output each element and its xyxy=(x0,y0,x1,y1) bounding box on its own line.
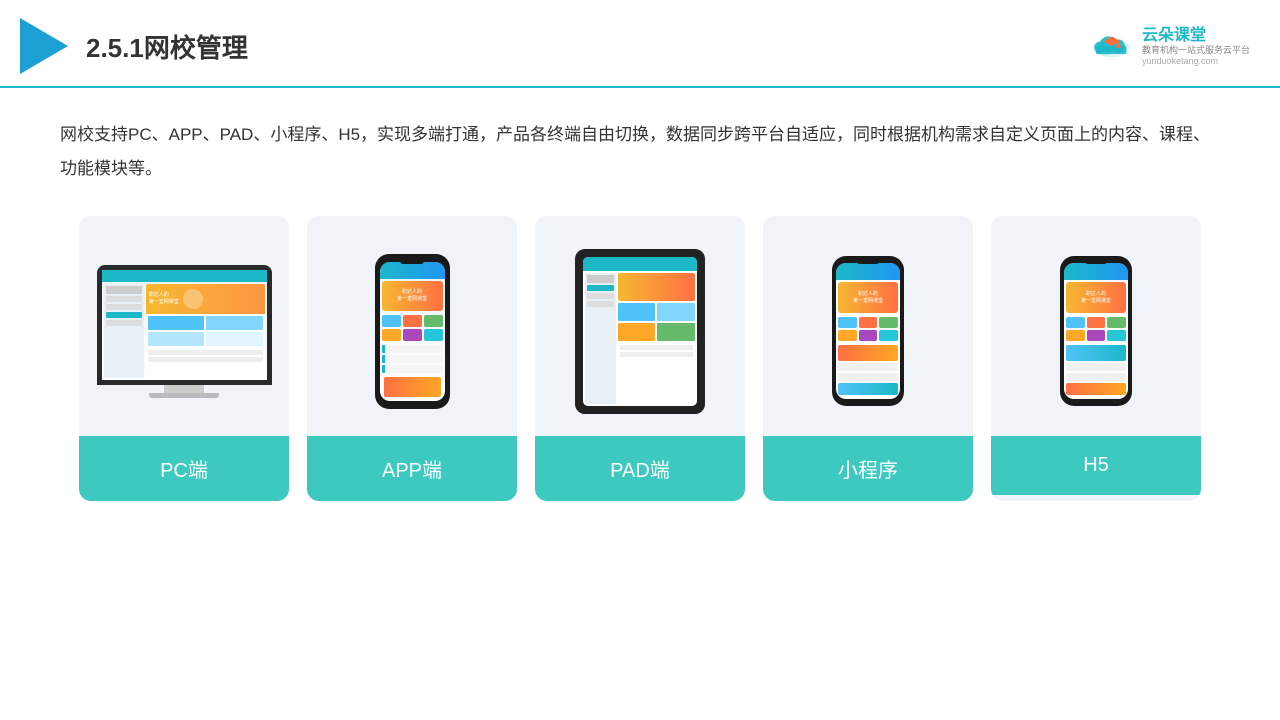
card-h5-image: 职达人的第一堂网课堂 xyxy=(991,216,1201,436)
card-miniapp-label: 小程序 xyxy=(763,436,973,501)
card-pc: 职达人的第一堂网课堂 xyxy=(79,216,289,501)
card-h5: 职达人的第一堂网课堂 xyxy=(991,216,1201,501)
cards-container: 职达人的第一堂网课堂 xyxy=(60,216,1220,501)
page-title: 2.5.1网校管理 xyxy=(86,28,248,65)
pc-stand xyxy=(164,385,204,393)
card-pad-image xyxy=(535,216,745,436)
card-app-image: 职达人的第一堂网课堂 xyxy=(307,216,517,436)
main-content: 网校支持PC、APP、PAD、小程序、H5，实现多端打通，产品各终端自由切换，数… xyxy=(0,88,1280,521)
mini-phone-screen: 职达人的第一堂网课堂 xyxy=(836,263,900,399)
phone-mockup: 职达人的第一堂网课堂 xyxy=(375,254,450,409)
pc-base xyxy=(149,393,219,398)
card-pad: PAD端 xyxy=(535,216,745,501)
phone-screen: 职达人的第一堂网课堂 xyxy=(380,262,445,401)
brand-name: 云朵课堂 xyxy=(1142,26,1206,45)
card-app-label: APP端 xyxy=(307,436,517,501)
mini-phone-h5-screen: 职达人的第一堂网课堂 xyxy=(1064,263,1128,399)
card-h5-label: H5 xyxy=(991,436,1201,495)
card-miniapp: 职达人的第一堂网课堂 xyxy=(763,216,973,501)
card-pc-image: 职达人的第一堂网课堂 xyxy=(79,216,289,436)
mini-phone-mockup: 职达人的第一堂网课堂 xyxy=(832,256,904,406)
pc-mockup: 职达人的第一堂网课堂 xyxy=(97,265,272,398)
tablet-mockup xyxy=(575,249,705,414)
card-miniapp-image: 职达人的第一堂网课堂 xyxy=(763,216,973,436)
cloud-icon xyxy=(1088,30,1136,62)
header-left: 2.5.1网校管理 xyxy=(20,18,248,74)
logo-triangle-icon xyxy=(20,18,68,74)
card-pc-label: PC端 xyxy=(79,436,289,501)
tablet-screen xyxy=(583,257,697,406)
header: 2.5.1网校管理 云朵课堂 教育机构一站式服务云平台 yunduoketang… xyxy=(0,0,1280,88)
brand-url: yunduoketang.com xyxy=(1142,56,1218,66)
mini-phone-h5-notch xyxy=(1085,259,1107,264)
phone-notch xyxy=(400,258,424,264)
card-pad-label: PAD端 xyxy=(535,436,745,501)
brand-logo: 云朵课堂 教育机构一站式服务云平台 yunduoketang.com xyxy=(1088,26,1250,66)
card-app: 职达人的第一堂网课堂 xyxy=(307,216,517,501)
brand-tagline: 教育机构一站式服务云平台 xyxy=(1142,45,1250,56)
brand-text: 云朵课堂 教育机构一站式服务云平台 yunduoketang.com xyxy=(1142,26,1250,66)
mini-phone-h5-mockup: 职达人的第一堂网课堂 xyxy=(1060,256,1132,406)
pc-screen: 职达人的第一堂网课堂 xyxy=(97,265,272,385)
description-text: 网校支持PC、APP、PAD、小程序、H5，实现多端打通，产品各终端自由切换，数… xyxy=(60,118,1220,186)
header-right: 云朵课堂 教育机构一站式服务云平台 yunduoketang.com xyxy=(1088,26,1250,66)
mini-phone-notch xyxy=(857,259,879,264)
